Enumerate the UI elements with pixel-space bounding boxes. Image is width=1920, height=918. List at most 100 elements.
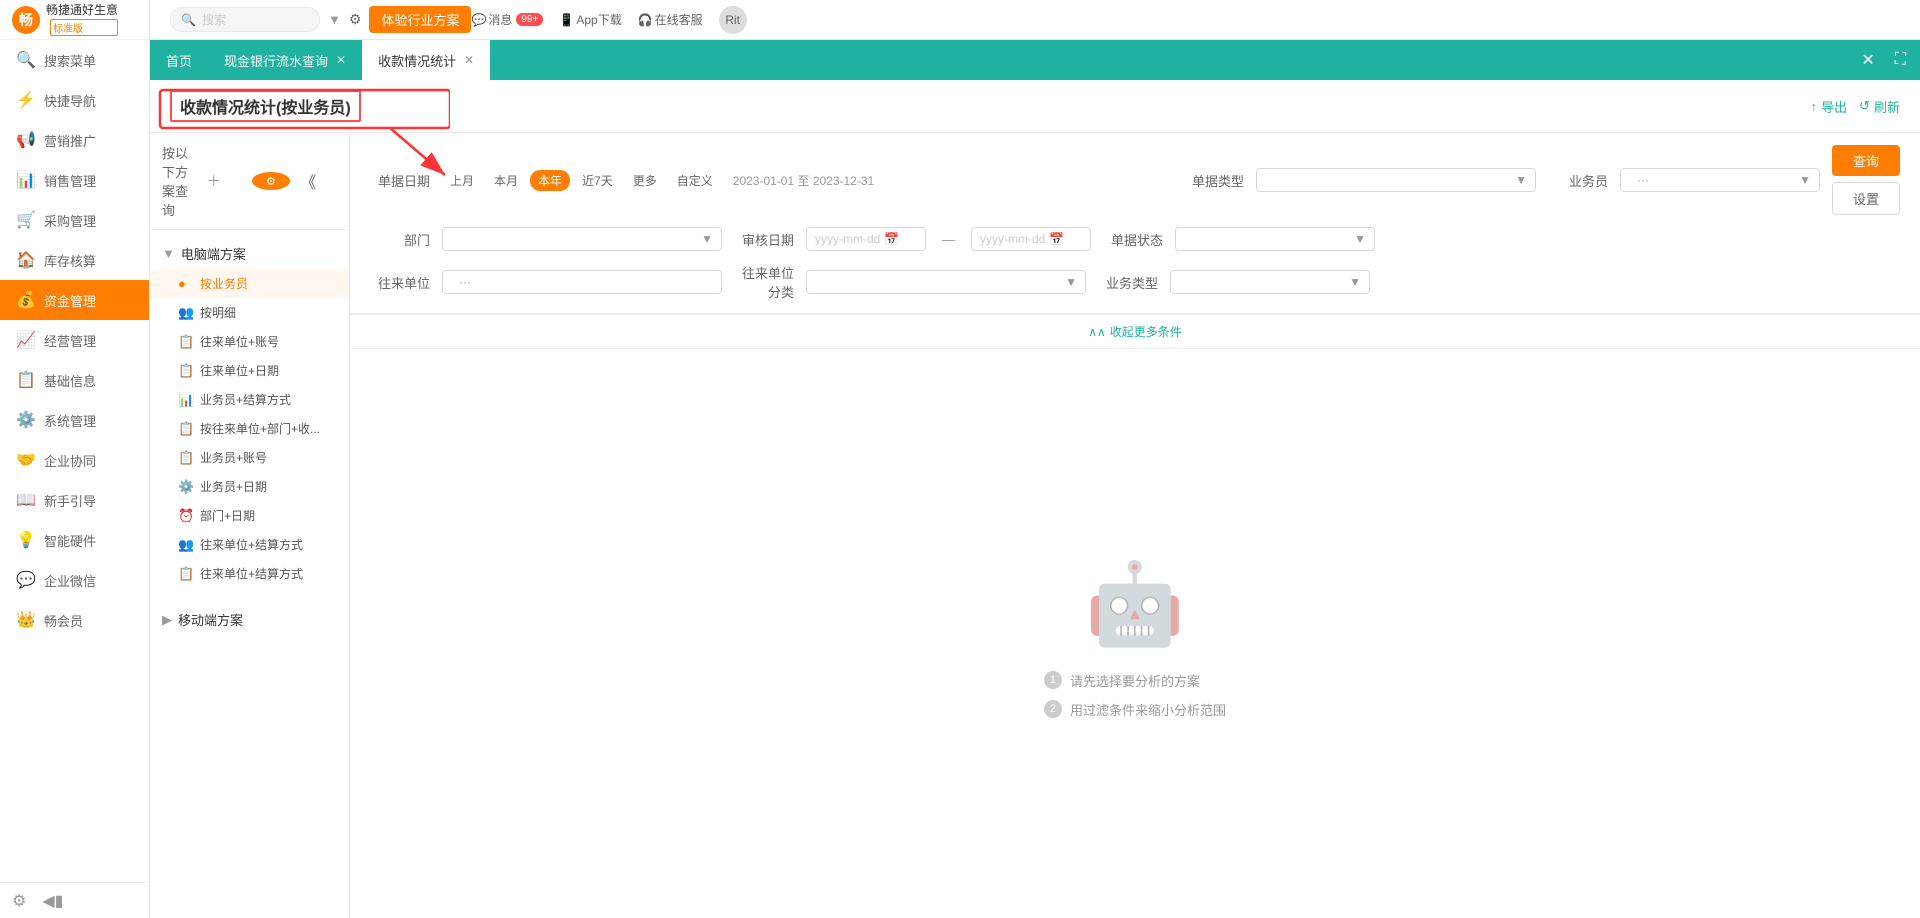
date-tab-custom[interactable]: 自定义 — [669, 170, 721, 191]
window-close-icon[interactable]: ✕ — [1855, 48, 1880, 72]
dropdown-arrow-icon[interactable]: ▼ — [328, 12, 341, 27]
collapse-chevron-icon: ∧∧ — [1088, 325, 1106, 339]
sidebar-bottom: ⚙ ◀▮ — [0, 882, 149, 918]
calendar-end-icon[interactable]: 📅 — [1049, 232, 1064, 246]
tree-child-detail[interactable]: 👥 按明细 — [150, 298, 349, 327]
trial-button[interactable]: 体验行业方案 — [369, 6, 471, 33]
tree-section-desktop: ▼ 电脑端方案 ● 按业务员 👥 按明细 📋 往来单位+账号 📋 往来 — [150, 230, 349, 596]
sidebar-item-system[interactable]: ⚙️ 系统管理 — [0, 400, 149, 440]
docstatus-select[interactable]: ▼ — [1175, 227, 1375, 251]
tree-child-salesman[interactable]: ● 按业务员 — [150, 269, 349, 298]
date-tab-thismonth[interactable]: 本月 — [486, 170, 526, 191]
empty-tip-2-text: 用过滤条件来缩小分析范围 — [1070, 700, 1226, 719]
settings-button[interactable]: 设置 — [1832, 182, 1900, 215]
type-label: 单据类型 — [1184, 171, 1244, 190]
biztype-label: 业务类型 — [1098, 273, 1158, 292]
messages-badge: 99+ — [516, 13, 543, 26]
date-tab-more[interactable]: 更多 — [625, 170, 665, 191]
date-tab-thisyear[interactable]: 本年 — [530, 170, 570, 191]
review-date-start[interactable]: yyyy-mm-dd 📅 — [806, 227, 926, 251]
type-select-arrow-icon: ▼ — [1515, 173, 1527, 187]
tree-child-salesman-date-label: 业务员+日期 — [200, 478, 267, 495]
calendar-start-icon[interactable]: 📅 — [884, 232, 899, 246]
sidebar-item-hardware[interactable]: 💡 智能硬件 — [0, 520, 149, 560]
user-avatar[interactable]: Rit — [719, 6, 747, 34]
top-search-icon: 🔍 — [181, 13, 196, 27]
date-range-text: 2023-01-01 至 2023-12-31 — [733, 172, 874, 189]
top-search-input[interactable]: 🔍 搜索 — [170, 7, 320, 32]
sidebar-item-member[interactable]: 👑 畅会员 — [0, 600, 149, 640]
type-select[interactable]: ▼ — [1256, 168, 1536, 192]
date-filter-value: 上月 本月 本年 近7天 更多 自定义 2023-01-01 至 2023-12… — [442, 170, 1172, 191]
review-date-end[interactable]: yyyy-mm-dd 📅 — [971, 227, 1091, 251]
sidebar-item-wechat[interactable]: 💬 企业微信 — [0, 560, 149, 600]
logo-text: 畅捷通好生意 — [46, 3, 118, 19]
collapse-panel-icon[interactable]: 《 — [298, 167, 337, 195]
tab-cashflow[interactable]: 现金银行流水查询 ✕ — [208, 40, 362, 80]
tree-child-unit-settle2[interactable]: 📋 往来单位+结算方式 — [150, 559, 349, 588]
counterpart-cat-select[interactable]: ▼ — [806, 270, 1086, 294]
online-service[interactable]: 🎧 在线客服 — [638, 11, 703, 28]
query-button[interactable]: 查询 — [1832, 145, 1900, 176]
sidebar-item-purchase[interactable]: 🛒 采购管理 — [0, 200, 149, 240]
sidebar-item-operations[interactable]: 📈 经营管理 — [0, 320, 149, 360]
filter-area: 单据日期 上月 本月 本年 近7天 更多 自定义 2023-01-01 至 20… — [350, 133, 1920, 314]
date-label: 单据日期 — [370, 171, 430, 190]
tab-receipts-close-icon[interactable]: ✕ — [464, 53, 474, 67]
sidebar-item-basicinfo[interactable]: 📋 基础信息 — [0, 360, 149, 400]
tree-parent-mobile-label: 移动端方案 — [178, 610, 243, 629]
header-right: 💬 消息 99+ 📱 App下载 🎧 在线客服 Rit — [471, 6, 746, 34]
sidebar-item-search[interactable]: 🔍 搜索菜单 — [0, 40, 149, 80]
tree-child-unit-dept[interactable]: 📋 按往来单位+部门+收... — [150, 414, 349, 443]
detail-icon: 👥 — [178, 305, 194, 321]
settings-gear-icon[interactable]: ⚙ — [12, 891, 26, 911]
main-content: 收款情况统计(按业务员) ↑ 导出 ↺ 刷新 按以下方案查询 ＋ ⚙ 《 — [150, 80, 1920, 918]
sidebar-item-marketing[interactable]: 📢 营销推广 — [0, 120, 149, 160]
tree-child-salesman-account[interactable]: 📋 业务员+账号 — [150, 443, 349, 472]
window-maximize-icon[interactable]: ⛶ — [1889, 49, 1912, 71]
panel-header: 按以下方案查询 ＋ ⚙ 《 — [150, 133, 349, 230]
date-tab-7days[interactable]: 近7天 — [574, 170, 621, 191]
tree-section-mobile: ▶ 移动端方案 — [150, 596, 349, 643]
refresh-button[interactable]: ↺ 刷新 — [1859, 97, 1900, 116]
counterpart-select[interactable]: ··· — [442, 270, 722, 294]
date-tab-lastmonth[interactable]: 上月 — [442, 170, 482, 191]
tab-receipts[interactable]: 收款情况统计 ✕ — [362, 40, 490, 80]
tree-child-salesman-settle[interactable]: 📊 业务员+结算方式 — [150, 385, 349, 414]
tree-child-dept-date[interactable]: ⏰ 部门+日期 — [150, 501, 349, 530]
collapse-sidebar-icon[interactable]: ◀▮ — [42, 891, 63, 911]
basicinfo-icon: 📋 — [16, 370, 36, 390]
tree-child-salesman-label: 按业务员 — [200, 275, 248, 292]
salesman-more-icon[interactable]: ··· — [1637, 173, 1649, 187]
sidebar-item-quicknav[interactable]: ⚡ 快捷导航 — [0, 80, 149, 120]
dept-select-arrow-icon: ▼ — [701, 232, 713, 246]
search-icon: 🔍 — [16, 50, 36, 70]
sidebar-item-funds[interactable]: 💰 资金管理 — [0, 280, 149, 320]
tree-child-unit-account[interactable]: 📋 往来单位+账号 — [150, 327, 349, 356]
sidebar-item-inventory-label: 库存核算 — [44, 251, 96, 270]
collapse-bar[interactable]: ∧∧ 收起更多条件 — [350, 314, 1920, 349]
tree-parent-mobile[interactable]: ▶ 移动端方案 — [150, 604, 349, 635]
salesman-select[interactable]: ··· ▼ — [1620, 168, 1820, 192]
sidebar-item-sales[interactable]: 📊 销售管理 — [0, 160, 149, 200]
sidebar-item-guide[interactable]: 📖 新手引导 — [0, 480, 149, 520]
tree-child-salesman-date[interactable]: ⚙️ 业务员+日期 — [150, 472, 349, 501]
tree-child-unit-date[interactable]: 📋 往来单位+日期 — [150, 356, 349, 385]
filter-row-3: 往来单位 ··· 往来单位分类 ▼ 业务类型 ▼ — [370, 263, 1900, 301]
tree-child-unit-account-label: 往来单位+账号 — [200, 333, 279, 350]
tab-home[interactable]: 首页 — [150, 40, 208, 80]
export-button[interactable]: ↑ 导出 — [1811, 97, 1848, 116]
counterpart-more-icon[interactable]: ··· — [459, 275, 471, 289]
sidebar-item-inventory[interactable]: 🏠 库存核算 — [0, 240, 149, 280]
tree-child-unit-settle1[interactable]: 👥 往来单位+结算方式 — [150, 530, 349, 559]
tree-parent-desktop[interactable]: ▼ 电脑端方案 — [150, 238, 349, 269]
settings-scheme-icon[interactable]: ⚙ — [252, 172, 291, 190]
biztype-select[interactable]: ▼ — [1170, 270, 1370, 294]
message-area[interactable]: 💬 消息 99+ — [471, 11, 543, 28]
app-download[interactable]: 📱 App下载 — [559, 11, 621, 28]
top-gear-icon[interactable]: ⚙ — [349, 11, 362, 28]
tab-cashflow-close-icon[interactable]: ✕ — [336, 53, 346, 67]
add-scheme-icon[interactable]: ＋ — [205, 169, 244, 193]
sidebar-item-cooperation[interactable]: 🤝 企业协同 — [0, 440, 149, 480]
dept-select[interactable]: ▼ — [442, 227, 722, 251]
